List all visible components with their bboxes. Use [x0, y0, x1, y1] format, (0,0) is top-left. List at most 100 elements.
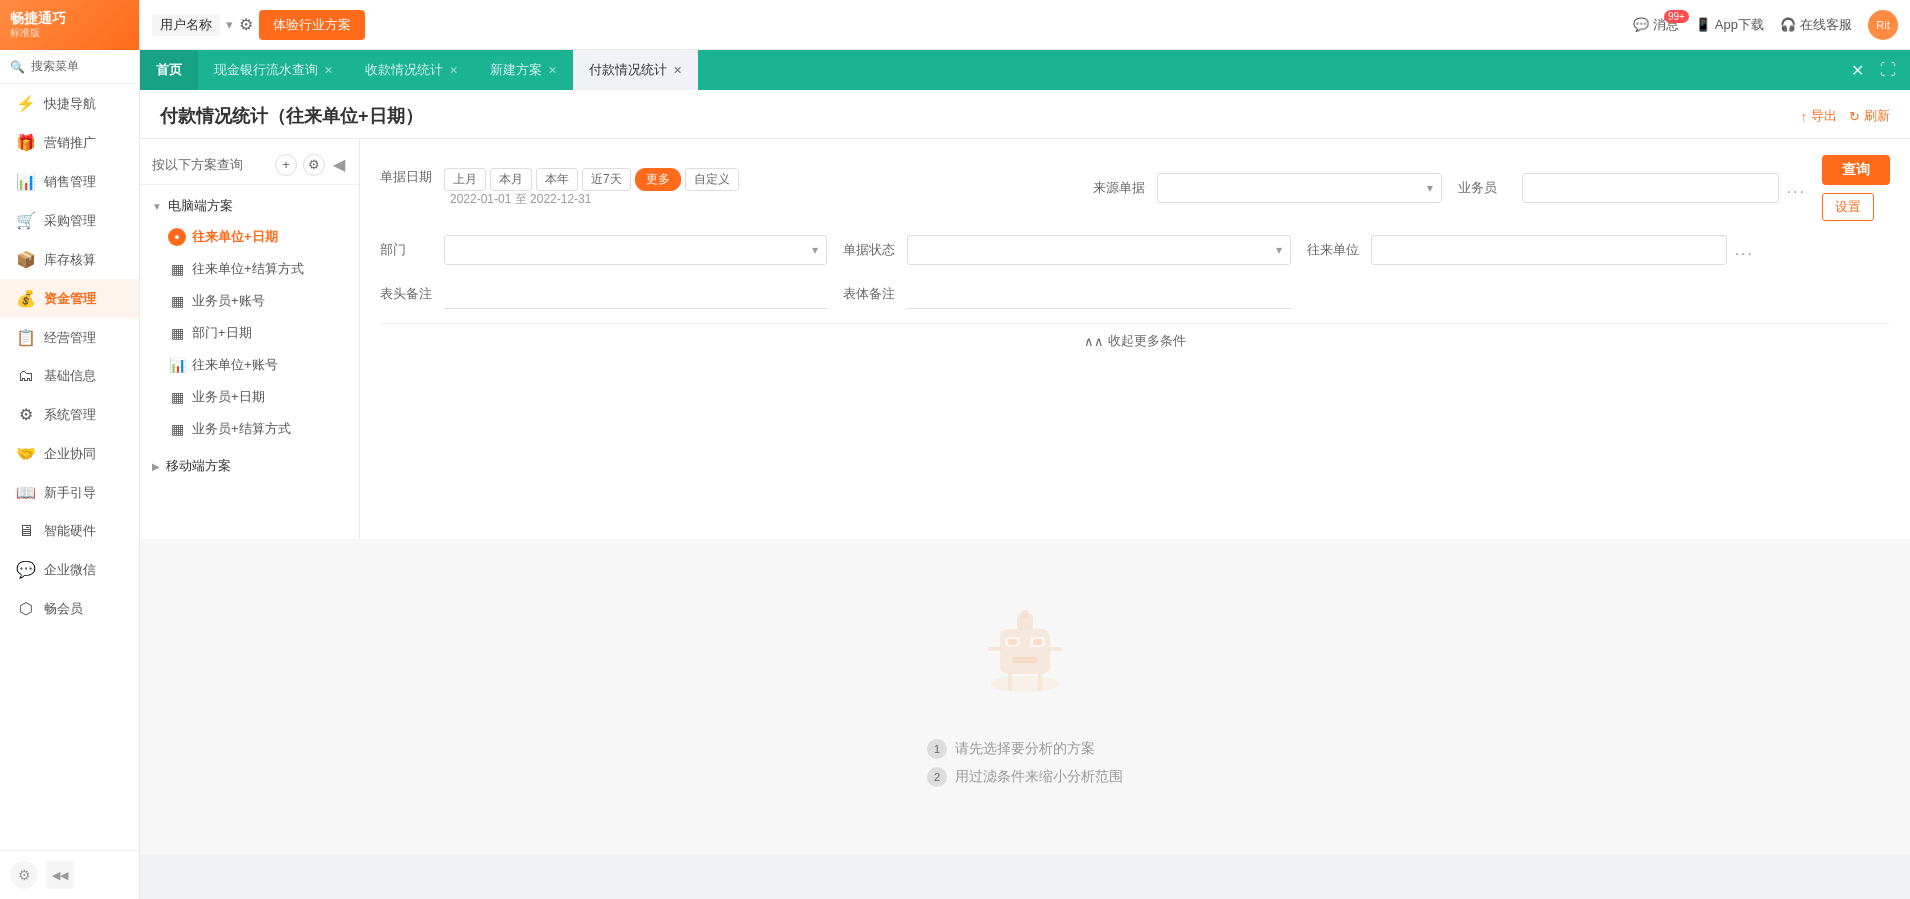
scheme-item-unit-date[interactable]: ● 往来单位+日期 [140, 221, 359, 253]
collapse-more-btn[interactable]: ∧∧ 收起更多条件 [380, 323, 1890, 358]
filter-salesman-select[interactable] [1522, 173, 1779, 203]
sidebar-item-inventory[interactable]: 📦 库存核算 [0, 240, 139, 279]
topnav-trial-button[interactable]: 体验行业方案 [259, 10, 365, 40]
tabbar: 首页 现金银行流水查询 ✕ 收款情况统计 ✕ 新建方案 ✕ 付款情况统计 ✕ ✕… [140, 50, 1910, 90]
filter-source-doc-select[interactable]: ▾ [1157, 173, 1442, 203]
sidebar-item-label: 智能硬件 [44, 522, 96, 540]
sidebar-item-hardware[interactable]: 🖥 智能硬件 [0, 512, 139, 550]
tabbar-actions: ✕ ⛶ [1837, 50, 1910, 90]
tab-close-all-btn[interactable]: ✕ [1845, 59, 1870, 82]
export-btn[interactable]: ↑ 导出 [1801, 107, 1838, 125]
chart-icon: 📊 [168, 357, 186, 373]
tab-bank-flow[interactable]: 现金银行流水查询 ✕ [198, 50, 349, 90]
app-icon: 📱 [1695, 17, 1711, 32]
date-btn-last-7-days[interactable]: 近7天 [582, 168, 631, 191]
scheme-header: 按以下方案查询 + ⚙ ◀ [140, 149, 359, 185]
marketing-icon: 🎁 [16, 133, 36, 152]
settings-link[interactable]: 设置 [1822, 193, 1874, 221]
filter-partner-select[interactable] [1371, 235, 1727, 265]
date-btn-more[interactable]: 更多 [635, 168, 681, 191]
tab-payment-stats[interactable]: 付款情况统计 ✕ [573, 50, 698, 90]
filter-table-head-note-input[interactable] [444, 279, 827, 309]
tab-receipt-stats-close[interactable]: ✕ [449, 64, 458, 77]
basic-icon: 🗂 [16, 367, 36, 385]
sidebar-item-sales[interactable]: 📊 销售管理 [0, 162, 139, 201]
filter-dept-item: 部门 ▾ [380, 235, 827, 265]
filter-doc-status-select[interactable]: ▾ [907, 235, 1290, 265]
robot-icon [965, 599, 1085, 715]
sidebar-item-label: 畅会员 [44, 600, 83, 618]
filter-partner-dots[interactable]: ... [1735, 241, 1754, 259]
tab-bank-flow-close[interactable]: ✕ [324, 64, 333, 77]
refresh-btn[interactable]: ↻ 刷新 [1849, 107, 1890, 125]
sidebar-item-label: 采购管理 [44, 212, 96, 230]
sidebar-settings-btn[interactable]: ⚙ [10, 861, 38, 889]
tab-new-scheme-close[interactable]: ✕ [548, 64, 557, 77]
topnav-app-download[interactable]: 📱 App下载 [1695, 16, 1764, 34]
tab-payment-stats-label: 付款情况统计 [589, 61, 667, 79]
topnav: 用户名称 ▾ ⚙ 体验行业方案 💬 消息 99+ 📱 App下载 🎧 在线客服 … [140, 0, 1910, 50]
scheme-item-staff-account[interactable]: ▦ 业务员+账号 [140, 285, 359, 317]
sidebar-item-marketing[interactable]: 🎁 营销推广 [0, 123, 139, 162]
table-icon: ▦ [168, 421, 186, 437]
sidebar-search[interactable]: 🔍 搜索菜单 [0, 50, 139, 84]
sidebar-item-system[interactable]: ⚙ 系统管理 [0, 395, 139, 434]
tab-payment-stats-close[interactable]: ✕ [673, 64, 682, 77]
scheme-item-staff-date[interactable]: ▦ 业务员+日期 [140, 381, 359, 413]
sidebar-logo-name: 畅捷通巧 [10, 10, 66, 27]
sidebar-item-label: 库存核算 [44, 251, 96, 269]
scheme-item-dept-date[interactable]: ▦ 部门+日期 [140, 317, 359, 349]
date-range-display: 2022-01-01 至 2022-12-31 [450, 191, 739, 208]
sidebar-item-capital[interactable]: 💰 资金管理 [0, 279, 139, 318]
scheme-item-unit-account[interactable]: 📊 往来单位+账号 [140, 349, 359, 381]
scheme-group-mobile-header[interactable]: ▶ 移动端方案 [140, 451, 359, 481]
filter-date-item: 单据日期 上月 本月 本年 近7天 更多 自定义 2022-01-01 至 20… [380, 168, 1077, 208]
filter-source-doc-item: 来源单据 ▾ [1093, 173, 1442, 203]
topnav-online-service[interactable]: 🎧 在线客服 [1780, 16, 1852, 34]
filter-dept-select[interactable]: ▾ [444, 235, 827, 265]
filter-table-body-note-input[interactable] [907, 279, 1290, 309]
tab-fullscreen-btn[interactable]: ⛶ [1874, 59, 1902, 81]
topnav-username[interactable]: 用户名称 [152, 14, 220, 36]
topnav-gear-icon[interactable]: ⚙ [239, 15, 253, 34]
query-button[interactable]: 查询 [1822, 155, 1890, 185]
scheme-item-staff-settle[interactable]: ▦ 业务员+结算方式 [140, 413, 359, 445]
tab-receipt-stats[interactable]: 收款情况统计 ✕ [349, 50, 474, 90]
guide-icon: 📖 [16, 483, 36, 502]
scheme-collapse-btn[interactable]: ◀ [331, 153, 347, 176]
sidebar-item-member[interactable]: ⬡ 畅会员 [0, 589, 139, 628]
scheme-group-mobile: ▶ 移动端方案 [140, 451, 359, 481]
content-area: 付款情况统计（往来单位+日期） ↑ 导出 ↻ 刷新 按以下方案查询 [140, 90, 1910, 899]
topnav-dropdown-arrow[interactable]: ▾ [226, 17, 233, 32]
tab-new-scheme[interactable]: 新建方案 ✕ [474, 50, 573, 90]
date-btn-this-year[interactable]: 本年 [536, 168, 578, 191]
page-actions: ↑ 导出 ↻ 刷新 [1801, 107, 1891, 125]
tab-home[interactable]: 首页 [140, 50, 198, 90]
sidebar-item-operation[interactable]: 📋 经营管理 [0, 318, 139, 357]
sidebar-item-wechat[interactable]: 💬 企业微信 [0, 550, 139, 589]
query-area: 查询 设置 [1822, 155, 1890, 221]
topnav-avatar[interactable]: Rit [1868, 10, 1898, 40]
sidebar-item-coop[interactable]: 🤝 企业协同 [0, 434, 139, 473]
sidebar-collapse-btn[interactable]: ◀◀ [46, 861, 74, 889]
sidebar-item-purchase[interactable]: 🛒 采购管理 [0, 201, 139, 240]
scheme-settings-btn[interactable]: ⚙ [303, 154, 325, 176]
date-btn-this-month[interactable]: 本月 [490, 168, 532, 191]
sidebar-item-quick-nav[interactable]: ⚡ 快捷导航 [0, 84, 139, 123]
collapse-icon: ◀◀ [52, 869, 68, 882]
date-btn-last-month[interactable]: 上月 [444, 168, 486, 191]
sidebar-item-basic[interactable]: 🗂 基础信息 [0, 357, 139, 395]
scheme-item-unit-settle[interactable]: ▦ 往来单位+结算方式 [140, 253, 359, 285]
chevron-up-icon: ∧∧ [1084, 334, 1104, 349]
filter-partner-item: 往来单位 ... [1307, 235, 1754, 265]
date-btn-custom[interactable]: 自定义 [685, 168, 739, 191]
sidebar-item-guide[interactable]: 📖 新手引导 [0, 473, 139, 512]
filter-salesman-dots[interactable]: ... [1787, 179, 1806, 197]
system-icon: ⚙ [16, 405, 36, 424]
scheme-add-btn[interactable]: + [275, 154, 297, 176]
operation-icon: 📋 [16, 328, 36, 347]
scheme-group-pc-header[interactable]: ▼ 电脑端方案 [140, 191, 359, 221]
chevron-down-icon: ▾ [812, 243, 818, 257]
scheme-header-label: 按以下方案查询 [152, 156, 243, 174]
topnav-messages[interactable]: 💬 消息 99+ [1633, 16, 1679, 34]
